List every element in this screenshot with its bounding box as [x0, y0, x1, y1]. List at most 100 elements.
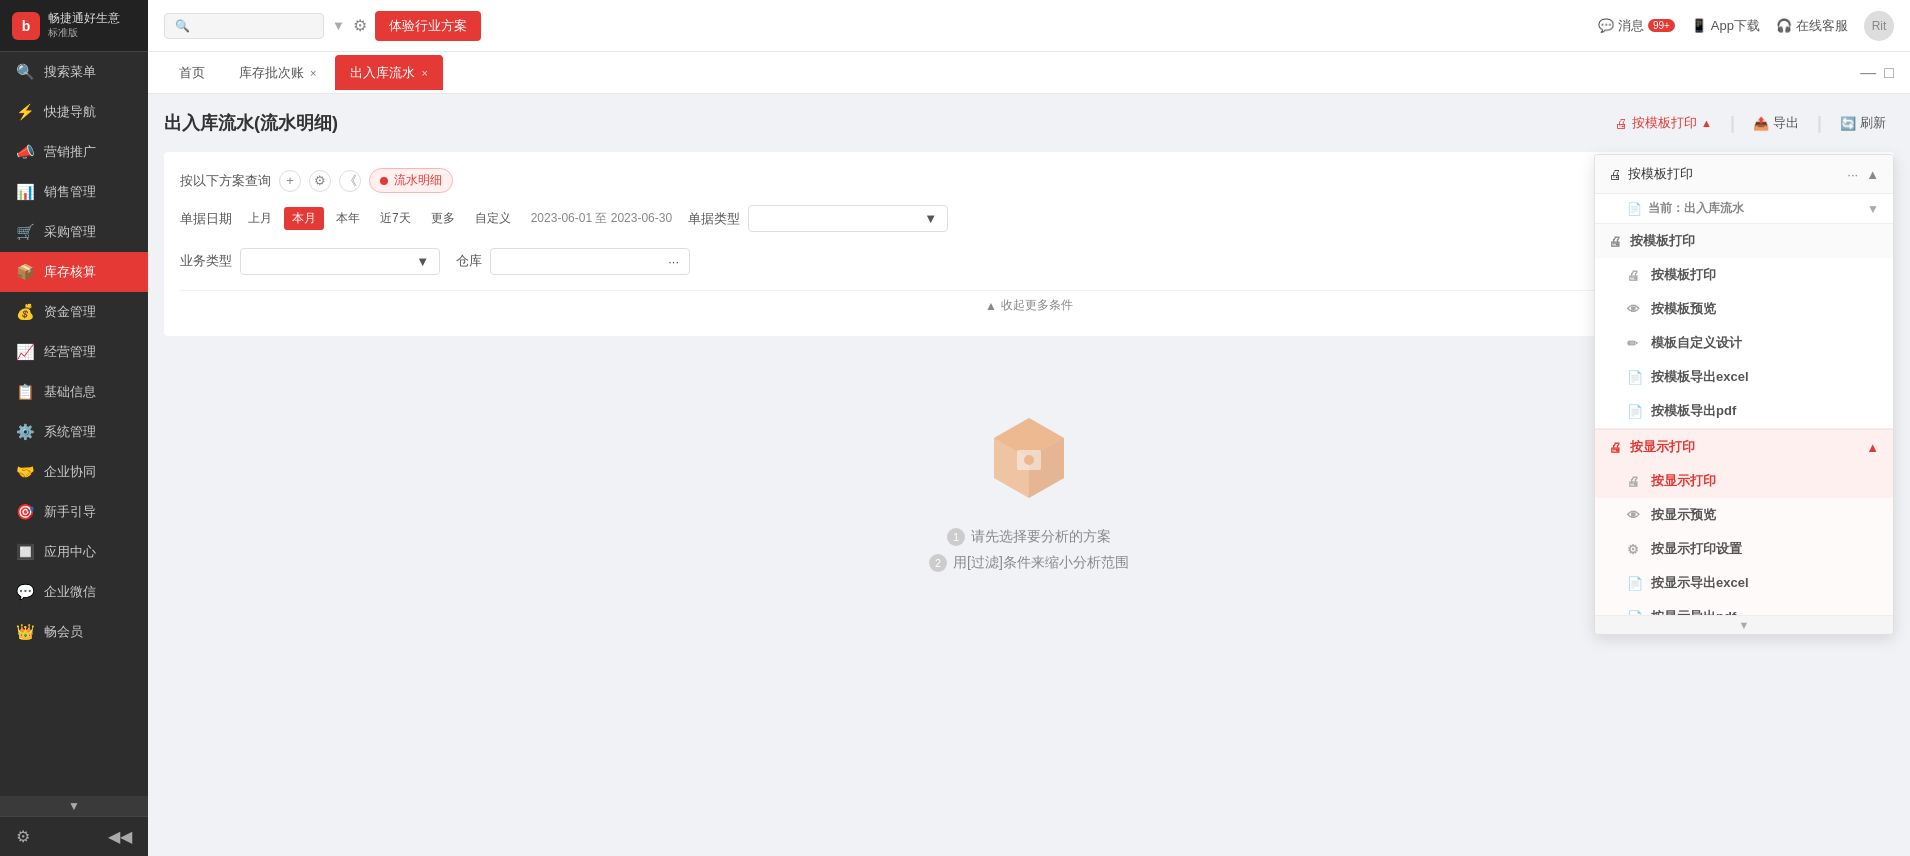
sidebar-item-marketing[interactable]: 📣 营销推广 [0, 132, 148, 172]
sidebar-scroll-down[interactable]: ▼ [0, 796, 148, 816]
menu-search-box[interactable]: 🔍 [164, 13, 324, 39]
export-label: 导出 [1773, 114, 1799, 132]
sidebar-item-purchase[interactable]: 🛒 采购管理 [0, 212, 148, 252]
tab-batch-account[interactable]: 库存批次账 × [224, 55, 331, 90]
dropdown-more-icon[interactable]: ··· [1847, 167, 1858, 182]
date-btn-this-year[interactable]: 本年 [328, 207, 368, 230]
settings-icon[interactable]: ⚙ [16, 827, 30, 846]
topbar-settings-icon[interactable]: ⚙ [353, 16, 367, 35]
type-select[interactable]: ▼ [748, 205, 948, 232]
display-settings-item[interactable]: ⚙ 按显示打印设置 [1595, 532, 1893, 566]
template-design-item[interactable]: ✏ 模板自定义设计 [1595, 326, 1893, 360]
online-service-btn[interactable]: 🎧 在线客服 [1776, 17, 1848, 35]
headset-icon: 🎧 [1776, 18, 1792, 33]
page-title: 出入库流水(流水明细) [164, 111, 338, 135]
quick-nav-icon: ⚡ [16, 103, 34, 121]
sidebar-item-sales[interactable]: 📊 销售管理 [0, 172, 148, 212]
warehouse-select[interactable]: ··· [490, 248, 690, 275]
type-field: 单据类型 ▼ [688, 205, 948, 232]
dropdown-scroll-down-btn[interactable]: ▼ [1595, 615, 1893, 634]
display-excel-label: 按显示导出excel [1651, 574, 1749, 592]
filter-setting-btn[interactable]: ⚙ [309, 170, 331, 192]
sidebar-item-operations[interactable]: 📈 经营管理 [0, 332, 148, 372]
sidebar-item-label: 系统管理 [44, 423, 96, 441]
refresh-label: 刷新 [1860, 114, 1886, 132]
dropdown-scroll-down-icon: ▼ [1739, 619, 1750, 631]
date-filter: 上月 本月 本年 近7天 更多 自定义 [240, 207, 519, 230]
date-btn-last-month[interactable]: 上月 [240, 207, 280, 230]
tab-batch-label: 库存批次账 [239, 64, 304, 82]
display-print-icon: 🖨 [1627, 474, 1643, 489]
export-btn[interactable]: 📤 导出 [1745, 110, 1807, 136]
warehouse-more-icon: ··· [668, 254, 679, 269]
template-section-header[interactable]: 🖨 按模板打印 [1595, 224, 1893, 258]
printer-icon: 🖨 [1615, 116, 1628, 131]
sidebar-item-label: 企业微信 [44, 583, 96, 601]
sidebar-item-guide[interactable]: 🎯 新手引导 [0, 492, 148, 532]
refresh-btn[interactable]: 🔄 刷新 [1832, 110, 1894, 136]
tip2-text: 用[过滤]条件来缩小分析范围 [953, 554, 1129, 572]
filter-add-btn[interactable]: + [279, 170, 301, 192]
sidebar-item-label: 应用中心 [44, 543, 96, 561]
sidebar-item-app-center[interactable]: 🔲 应用中心 [0, 532, 148, 572]
sidebar-item-wechat[interactable]: 💬 企业微信 [0, 572, 148, 612]
display-print-label: 按显示打印 [1651, 472, 1716, 490]
date-btn-custom[interactable]: 自定义 [467, 207, 519, 230]
filter-label: 按以下方案查询 [180, 172, 271, 190]
app-center-icon: 🔲 [16, 543, 34, 561]
filter-collapse-btn[interactable]: 《 [339, 170, 361, 192]
display-section-header[interactable]: 🖨 按显示打印 ▲ [1595, 430, 1893, 464]
display-preview-item[interactable]: 👁 按显示预览 [1595, 498, 1893, 532]
tip2-num: 2 [929, 554, 947, 572]
warehouse-label: 仓库 [456, 252, 482, 270]
business-select[interactable]: ▼ [240, 248, 440, 275]
sidebar-item-vip[interactable]: 👑 畅会员 [0, 612, 148, 652]
tabs-bar-right: — □ [1860, 64, 1894, 82]
sidebar-item-quick-nav[interactable]: ⚡ 快捷导航 [0, 92, 148, 132]
template-pdf-item[interactable]: 📄 按模板导出pdf [1595, 394, 1893, 428]
dropdown-current: 📄 当前：出入库流水 ▼ [1595, 194, 1893, 224]
sidebar-item-label: 销售管理 [44, 183, 96, 201]
print-template-btn[interactable]: 🖨 按模板打印 ▲ [1607, 110, 1720, 136]
tab-maximize-btn[interactable]: □ [1884, 64, 1894, 82]
topbar-dropdown-icon[interactable]: ▼ [332, 18, 345, 33]
tab-flow-label: 出入库流水 [350, 64, 415, 82]
tab-flow[interactable]: 出入库流水 × [335, 55, 442, 90]
basic-icon: 📋 [16, 383, 34, 401]
date-btn-this-month[interactable]: 本月 [284, 207, 324, 230]
dropdown-header-label: 按模板打印 [1628, 165, 1693, 183]
display-excel-item[interactable]: 📄 按显示导出excel [1595, 566, 1893, 600]
template-excel-item[interactable]: 📄 按模板导出excel [1595, 360, 1893, 394]
collapse-label: 收起更多条件 [1001, 297, 1073, 314]
app-download-btn[interactable]: 📱 App下载 [1691, 17, 1760, 35]
sidebar-item-system[interactable]: ⚙️ 系统管理 [0, 412, 148, 452]
display-pdf-item[interactable]: 📄 按显示导出pdf [1595, 600, 1893, 615]
industry-btn[interactable]: 体验行业方案 [375, 11, 481, 41]
search-icon: 🔍 [16, 63, 34, 81]
sidebar-item-search[interactable]: 🔍 搜索菜单 [0, 52, 148, 92]
date-btn-7days[interactable]: 近7天 [372, 207, 419, 230]
template-design-label: 模板自定义设计 [1651, 334, 1742, 352]
template-print-item[interactable]: 🖨 按模板打印 [1595, 258, 1893, 292]
tip1-text: 请先选择要分析的方案 [971, 528, 1111, 546]
tab-home[interactable]: 首页 [164, 55, 220, 90]
user-avatar[interactable]: Rit [1864, 11, 1894, 41]
filter-tag-label: 流水明细 [394, 172, 442, 189]
display-settings-label: 按显示打印设置 [1651, 540, 1742, 558]
collapse-sidebar-icon[interactable]: ◀◀ [108, 827, 132, 846]
message-btn[interactable]: 💬 消息 99+ [1598, 17, 1675, 35]
sidebar-item-label: 畅会员 [44, 623, 83, 641]
tab-minimize-btn[interactable]: — [1860, 64, 1876, 82]
sidebar-item-inventory[interactable]: 📦 库存核算 [0, 252, 148, 292]
tab-flow-close[interactable]: × [421, 67, 427, 79]
dropdown-chevron-up[interactable]: ▲ [1866, 167, 1879, 182]
sidebar-item-basic[interactable]: 📋 基础信息 [0, 372, 148, 412]
sidebar-item-finance[interactable]: 💰 资金管理 [0, 292, 148, 332]
date-btn-more[interactable]: 更多 [423, 207, 463, 230]
template-section-label: 按模板打印 [1630, 232, 1695, 250]
filter-active-tag[interactable]: 流水明细 [369, 168, 453, 193]
sidebar-item-enterprise[interactable]: 🤝 企业协同 [0, 452, 148, 492]
display-print-item[interactable]: 🖨 按显示打印 [1595, 464, 1893, 498]
tab-batch-close[interactable]: × [310, 67, 316, 79]
template-preview-item[interactable]: 👁 按模板预览 [1595, 292, 1893, 326]
